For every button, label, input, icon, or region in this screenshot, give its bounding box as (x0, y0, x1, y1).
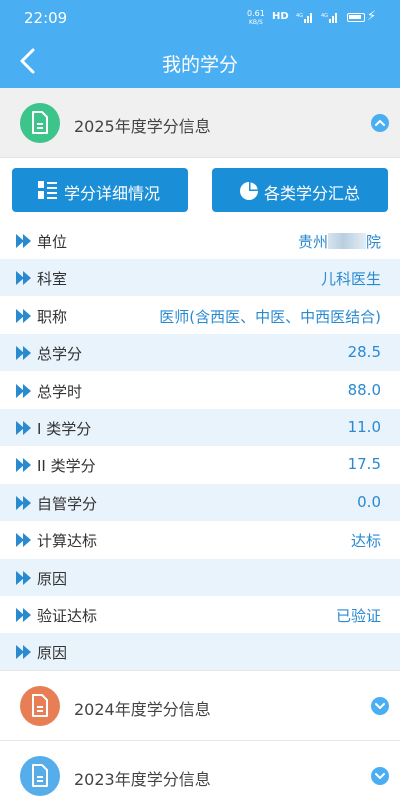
info-row-key: II 类学分 (37, 457, 96, 476)
info-row: 验证达标 已验证 (0, 596, 400, 633)
document-icon (20, 756, 60, 796)
double-arrow-icon (15, 382, 33, 404)
info-row-key: 自管学分 (37, 494, 98, 513)
info-row: 原因 (0, 558, 400, 596)
double-arrow-icon (15, 419, 33, 441)
double-arrow-icon (15, 569, 33, 591)
info-row: 总学分 28.5 (0, 334, 400, 372)
network-speed: 0.61 KB/S (247, 9, 265, 27)
signal-icon: 4G (321, 13, 337, 23)
info-row-key: 原因 (37, 644, 68, 663)
info-row-key: 职称 (37, 307, 68, 326)
info-row: 计算达标 达标 (0, 521, 400, 558)
value-suffix: 院 (365, 233, 381, 251)
status-time: 22:09 (24, 9, 68, 27)
info-row-value: 88.0 (347, 380, 381, 399)
charging-icon: ⚡ (367, 9, 377, 24)
page-title: 我的学分 (161, 54, 238, 76)
chevron-down-icon[interactable] (371, 697, 389, 715)
info-row: 职称 医师(含西医、中医、中西医结合) (0, 297, 400, 334)
info-row-key: 验证达标 (37, 607, 98, 625)
info-row: II 类学分 17.5 (0, 446, 400, 483)
chevron-up-icon[interactable] (371, 114, 389, 132)
info-row-value: 17.5 (347, 455, 381, 474)
list-icon (38, 181, 57, 199)
svg-text:4G: 4G (296, 13, 303, 19)
info-row-value: 达标 (350, 532, 381, 551)
pie-chart-icon (240, 182, 258, 200)
info-row-value: 贵州 院 (298, 231, 381, 252)
info-row-key: 科室 (37, 270, 68, 289)
info-row-value: 医师(含西医、中医、中西医结合) (159, 307, 381, 326)
section-label: 2023年度学分信息 (74, 770, 211, 789)
double-arrow-icon (15, 531, 33, 553)
double-arrow-icon (15, 606, 33, 628)
info-row-value: 28.5 (347, 343, 381, 362)
info-row-key: 原因 (37, 569, 68, 588)
double-arrow-icon (15, 494, 33, 516)
double-arrow-icon (15, 643, 33, 665)
section-label: 2024年度学分信息 (74, 700, 211, 719)
section-header-2025[interactable]: 2025年度学分信息 (0, 88, 400, 158)
nav-bar: 我的学分 (0, 36, 400, 88)
info-row-key: I 类学分 (37, 420, 92, 438)
info-row-key: 总学分 (37, 345, 83, 364)
credit-detail-label: 学分详细情况 (64, 184, 161, 203)
document-icon (20, 686, 60, 726)
info-row: 单位 贵州 院 (0, 222, 400, 259)
info-row-value: 0.0 (357, 492, 381, 511)
double-arrow-icon (15, 269, 33, 291)
svg-text:4G: 4G (321, 13, 328, 19)
value-prefix: 贵州 (297, 233, 328, 251)
info-row-key: 单位 (37, 233, 68, 251)
double-arrow-icon (15, 307, 33, 329)
info-row: I 类学分 11.0 (0, 409, 400, 446)
info-row-value: 已验证 (335, 607, 381, 625)
info-row: 原因 (0, 633, 400, 671)
status-bar: 22:09 0.61 KB/S HD 4G 4G ⚡ (0, 0, 400, 36)
info-row-key: 总学时 (37, 382, 83, 401)
info-row-value: 儿科医生 (320, 270, 381, 289)
info-row: 科室 儿科医生 (0, 259, 400, 297)
credit-summary-label: 各类学分汇总 (264, 184, 361, 203)
info-row: 自管学分 0.0 (0, 483, 400, 521)
signal-icon: 4G (296, 13, 312, 23)
section-header-2024[interactable]: 2024年度学分信息 (0, 670, 400, 740)
double-arrow-icon (15, 456, 33, 478)
hd-indicator: HD (272, 11, 289, 22)
document-icon (20, 103, 60, 143)
chevron-down-icon[interactable] (371, 767, 389, 785)
battery-icon (347, 13, 365, 22)
double-arrow-icon (15, 232, 33, 254)
credit-summary-button[interactable]: 各类学分汇总 (212, 168, 388, 212)
redacted-text (327, 233, 366, 249)
info-row-key: 计算达标 (37, 532, 98, 551)
info-row-value: 11.0 (347, 418, 381, 436)
section-label: 2025年度学分信息 (74, 117, 211, 136)
info-row: 总学时 88.0 (0, 372, 400, 409)
credit-detail-button[interactable]: 学分详细情况 (12, 168, 188, 212)
double-arrow-icon (15, 344, 33, 366)
